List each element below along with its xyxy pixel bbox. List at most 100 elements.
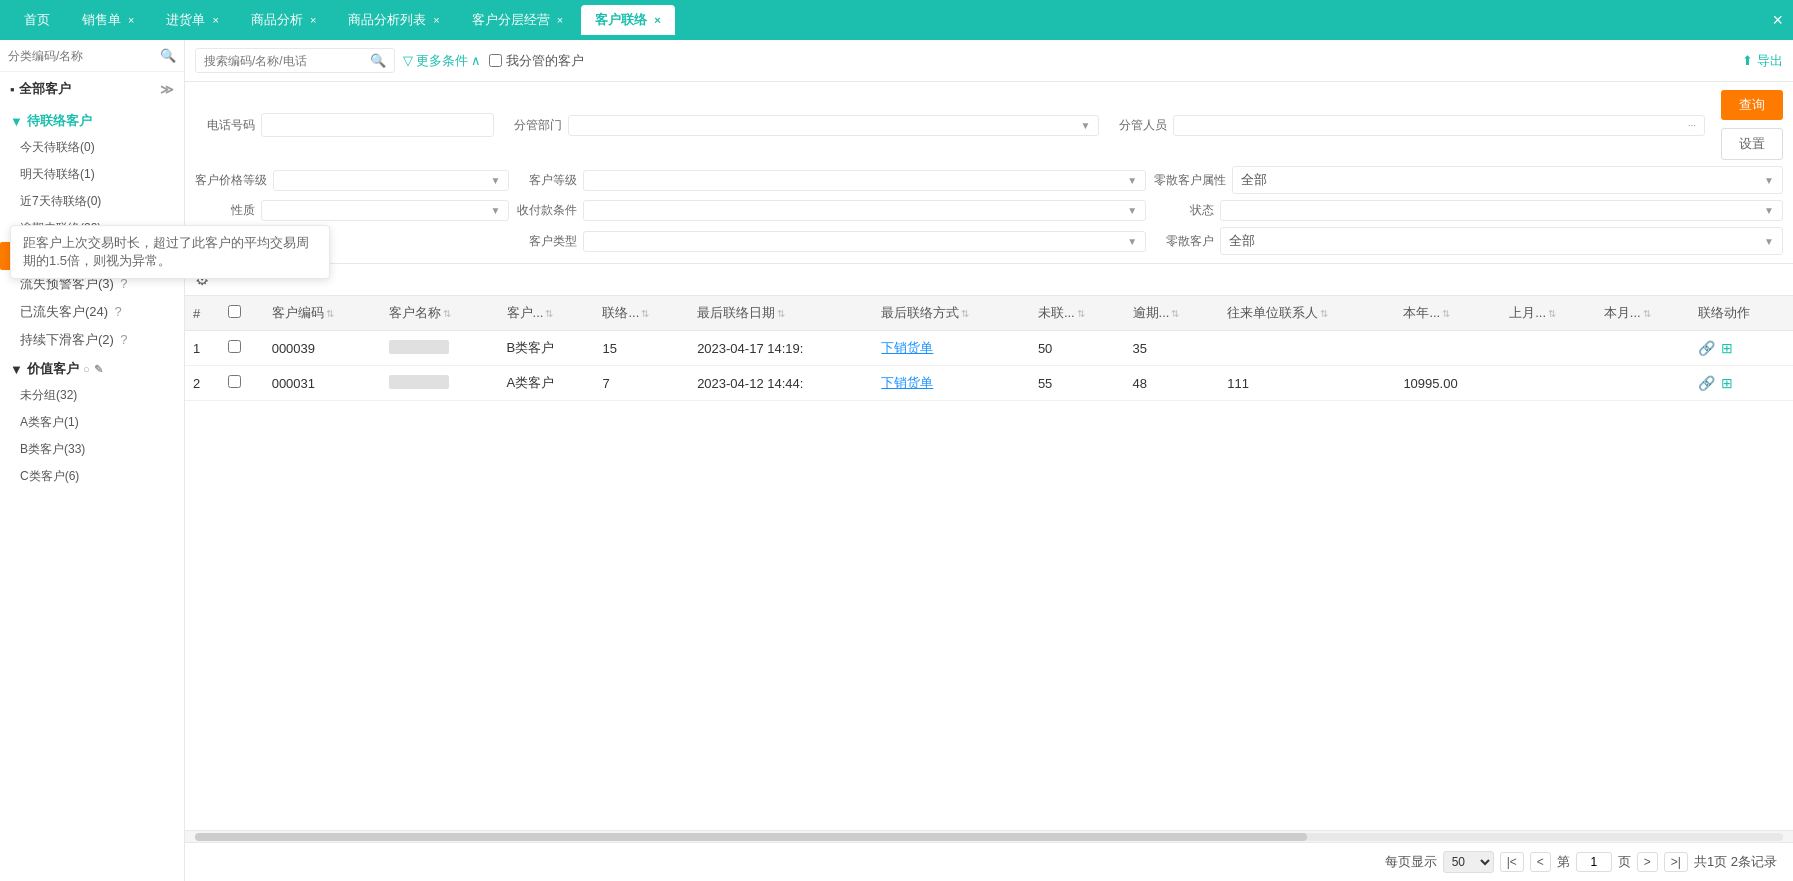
tab-customer-contact-close[interactable]: × [654, 14, 660, 26]
col-last-month[interactable]: 上月...⇅ [1501, 296, 1596, 331]
col-contacts[interactable]: 联络...⇅ [594, 296, 689, 331]
sidebar-collapse-icon[interactable]: ≫ [160, 82, 174, 97]
tab-purchase[interactable]: 进货单 × [152, 5, 232, 35]
sidebar-item-tomorrow[interactable]: 明天待联络(1) [0, 161, 184, 188]
keep-down-info-icon[interactable]: ? [120, 332, 127, 347]
customer-type-select[interactable]: ▼ [583, 231, 1146, 252]
cell-contacts: 15 [594, 331, 689, 366]
col-customer-type[interactable]: 客户...⇅ [499, 296, 595, 331]
payment-label: 收付款条件 [517, 202, 577, 219]
row-checkbox-0[interactable] [228, 340, 241, 353]
prev-page-button[interactable]: < [1530, 852, 1551, 872]
staff-select[interactable]: ··· [1173, 115, 1705, 136]
contact-method-link[interactable]: 下销货单 [881, 340, 933, 355]
col-customer-name[interactable]: 客户名称⇅ [381, 296, 498, 331]
sidebar-item-ungrouped[interactable]: 未分组(32) [0, 382, 184, 409]
search-icon[interactable]: 🔍 [370, 53, 386, 68]
col-last-contact-method[interactable]: 最后联络方式⇅ [873, 296, 1030, 331]
action-grid-icon-1[interactable]: ⊞ [1721, 375, 1733, 391]
scroll-track[interactable] [195, 833, 1783, 841]
customer-grade-select[interactable]: ▼ [583, 170, 1146, 191]
sidebar-search-icon[interactable]: 🔍 [160, 48, 176, 63]
first-page-button[interactable]: |< [1500, 852, 1524, 872]
sidebar-item-b-class[interactable]: B类客户(33) [0, 436, 184, 463]
sidebar-item-7days[interactable]: 近7天待联络(0) [0, 188, 184, 215]
nav-home[interactable]: 首页 [10, 5, 64, 35]
sort-icon-name: ⇅ [443, 308, 451, 319]
per-page-select[interactable]: 50 100 200 [1443, 851, 1494, 873]
status-select[interactable]: ▼ [1220, 200, 1783, 221]
col-index: # [185, 296, 220, 331]
cell-checkbox[interactable] [220, 366, 264, 401]
page-label: 第 [1557, 853, 1570, 871]
cell-company-contacts [1219, 331, 1395, 366]
sidebar-item-c-class[interactable]: C类客户(6) [0, 463, 184, 490]
select-all-checkbox[interactable] [228, 305, 241, 318]
col-overdue[interactable]: 逾期...⇅ [1125, 296, 1220, 331]
my-customers-checkbox[interactable] [489, 54, 502, 67]
tab-purchase-close[interactable]: × [212, 14, 218, 26]
retail-attr-select[interactable]: 全部 ▼ [1232, 166, 1783, 194]
col-customer-code[interactable]: 客户编码⇅ [264, 296, 381, 331]
already-lost-info-icon[interactable]: ? [114, 304, 121, 319]
setting-button[interactable]: 设置 [1721, 128, 1783, 160]
table-header-row: # 客户编码⇅ 客户名称⇅ 客户...⇅ 联络...⇅ 最后联络日期⇅ 最后联络… [185, 296, 1793, 331]
tab-sales[interactable]: 销售单 × [68, 5, 148, 35]
last-page-button[interactable]: >| [1664, 852, 1688, 872]
tab-sales-close[interactable]: × [128, 14, 134, 26]
sidebar-all-customers[interactable]: ▪ 全部客户 ≫ [0, 72, 184, 106]
cell-checkbox[interactable] [220, 331, 264, 366]
cell-index: 2 [185, 366, 220, 401]
action-grid-icon-0[interactable]: ⊞ [1721, 340, 1733, 356]
gender-select[interactable]: ▼ [261, 200, 509, 221]
col-checkbox [220, 296, 264, 331]
price-grade-select[interactable]: ▼ [273, 170, 509, 191]
value-group-edit-icon[interactable]: ○ [83, 363, 90, 375]
my-customers-checkbox-label[interactable]: 我分管的客户 [489, 52, 584, 70]
action-link-icon-0[interactable]: 🔗 [1698, 340, 1715, 356]
filter-bar: 🔍 ▽ 更多条件 ∧ 我分管的客户 ⬆ 导出 [185, 40, 1793, 82]
sidebar-pending-group[interactable]: ▼ 待联络客户 [0, 106, 184, 134]
retail-customer-select[interactable]: 全部 ▼ [1220, 227, 1783, 255]
col-unpaid[interactable]: 未联...⇅ [1030, 296, 1125, 331]
export-button[interactable]: ⬆ 导出 [1742, 52, 1783, 70]
page-number-input[interactable] [1576, 852, 1612, 872]
sidebar-search-input[interactable] [8, 49, 160, 63]
action-link-icon-1[interactable]: 🔗 [1698, 375, 1715, 391]
cell-last-contact-method[interactable]: 下销货单 [873, 366, 1030, 401]
query-button[interactable]: 查询 [1721, 90, 1783, 120]
retail-customer-caret-icon: ▼ [1764, 236, 1774, 247]
col-last-contact-date[interactable]: 最后联络日期⇅ [689, 296, 873, 331]
window-close-button[interactable]: × [1772, 10, 1783, 31]
next-page-button[interactable]: > [1637, 852, 1658, 872]
tab-analysis-list[interactable]: 商品分析列表 × [334, 5, 453, 35]
tab-analysis[interactable]: 商品分析 × [237, 5, 330, 35]
sidebar-item-a-class[interactable]: A类客户(1) [0, 409, 184, 436]
dept-select[interactable]: ▼ [568, 115, 1100, 136]
phone-input[interactable] [261, 113, 494, 137]
search-input[interactable] [204, 54, 366, 68]
sidebar-value-group[interactable]: ▼ 价值客户 ○ ✎ [0, 354, 184, 382]
tab-customer-tier-close[interactable]: × [557, 14, 563, 26]
sidebar-item-keep-down[interactable]: 持续下滑客户(2) ? [0, 326, 184, 354]
filter-row-2: 客户价格等级 ▼ 客户等级 ▼ 零散客户属性 全部 [195, 166, 1783, 194]
scroll-thumb[interactable] [195, 833, 1307, 841]
more-conditions-button[interactable]: ▽ 更多条件 ∧ [403, 52, 481, 70]
tab-customer-contact[interactable]: 客户联络 × [581, 5, 674, 35]
sort-icon-code: ⇅ [326, 308, 334, 319]
value-group-settings-icon[interactable]: ✎ [94, 363, 103, 376]
tab-analysis-close[interactable]: × [310, 14, 316, 26]
tab-customer-tier[interactable]: 客户分层经营 × [458, 5, 577, 35]
contact-method-link[interactable]: 下销货单 [881, 375, 933, 390]
sidebar-item-today[interactable]: 今天待联络(0) [0, 134, 184, 161]
col-this-month[interactable]: 本月...⇅ [1596, 296, 1691, 331]
tab-analysis-list-close[interactable]: × [433, 14, 439, 26]
horizontal-scroll-area[interactable] [185, 830, 1793, 842]
col-this-year[interactable]: 本年...⇅ [1395, 296, 1501, 331]
col-company-contacts[interactable]: 往来单位联系人⇅ [1219, 296, 1395, 331]
cell-last-contact-method[interactable]: 下销货单 [873, 331, 1030, 366]
row-checkbox-1[interactable] [228, 375, 241, 388]
payment-select[interactable]: ▼ [583, 200, 1146, 221]
retail-attr-label: 零散客户属性 [1154, 172, 1226, 189]
sidebar-item-already-lost[interactable]: 已流失客户(24) ? [0, 298, 184, 326]
